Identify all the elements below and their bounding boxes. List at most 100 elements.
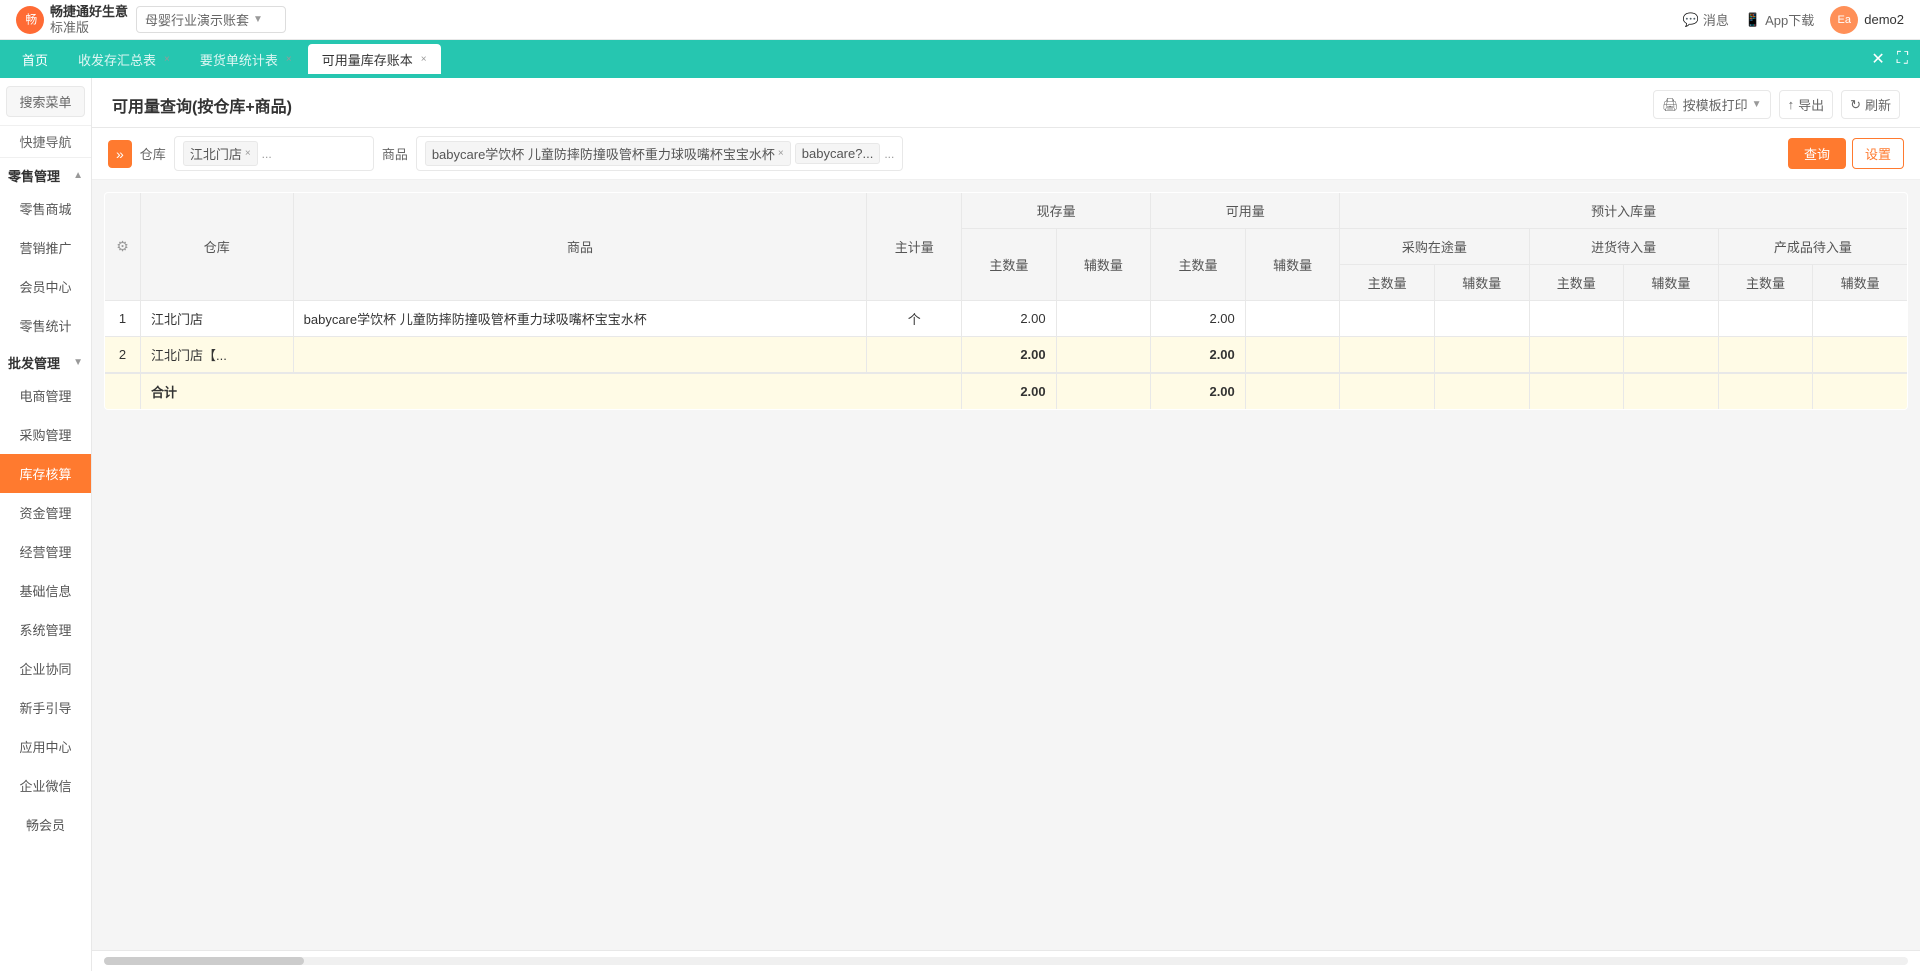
sidebar-item-label: 会员中心 bbox=[19, 277, 71, 296]
sidebar-item-ops[interactable]: 经营管理 bbox=[0, 532, 91, 571]
user-avatar-button[interactable]: Ea demo2 bbox=[1830, 6, 1904, 34]
inventory-table: ⚙ 仓库 商品 主计量 现存量 可用量 预计入库量 主数量 辅数量 主数量 辅数… bbox=[104, 192, 1908, 410]
refresh-button[interactable]: ↻ 刷新 bbox=[1841, 90, 1900, 119]
tab-label: 可用量库存账本 bbox=[322, 50, 413, 69]
product-filter-more-icon[interactable]: ... bbox=[884, 147, 894, 161]
warehouse-filter-input[interactable]: 江北门店 × ... bbox=[174, 136, 374, 171]
sidebar-item-label: 零售管理 bbox=[8, 166, 60, 185]
product-filter-label: 商品 bbox=[382, 144, 408, 163]
print-label: 按模板打印 bbox=[1683, 95, 1748, 114]
logo-text: 畅捷通好生意 标准版 bbox=[50, 4, 128, 35]
scrollbar-thumb[interactable] bbox=[104, 957, 304, 965]
row2-current-main: 2.00 bbox=[962, 337, 1057, 374]
sidebar-group-wholesale[interactable]: 批发管理 ▼ bbox=[0, 345, 91, 376]
filter-actions: 查询 设置 bbox=[1788, 138, 1904, 169]
sidebar-item-label: 经营管理 bbox=[19, 542, 71, 561]
table-settings-icon[interactable]: ⚙ bbox=[116, 238, 129, 254]
total-current-aux bbox=[1056, 373, 1151, 410]
sidebar-item-label: 系统管理 bbox=[19, 620, 71, 639]
col-product-header: 商品 bbox=[293, 193, 867, 301]
main-layout: 搜索菜单 快捷导航 零售管理 ▲ 零售商城 营销推广 会员中心 零售统计 批发管… bbox=[0, 78, 1920, 971]
row1-warehouse: 江北门店 bbox=[141, 301, 294, 337]
tab-close-icon[interactable]: × bbox=[164, 54, 170, 65]
chevron-down-icon: ▼ bbox=[73, 357, 83, 368]
sidebar-item-enterprise[interactable]: 企业协同 bbox=[0, 649, 91, 688]
nav-tabs-right: ✕ ⛶ bbox=[1867, 45, 1912, 73]
total-in-main bbox=[1529, 373, 1624, 410]
row1-prod-main bbox=[1718, 301, 1813, 337]
sidebar-item-label: 企业微信 bbox=[19, 776, 71, 795]
sidebar-item-purchase[interactable]: 采购管理 bbox=[0, 415, 91, 454]
total-pur-aux bbox=[1434, 373, 1529, 410]
col-avail-aux-header: 辅数量 bbox=[1245, 229, 1340, 301]
table-row: 2 江北门店【... 2.00 2.00 bbox=[105, 337, 1908, 374]
tab-home[interactable]: 首页 bbox=[8, 44, 62, 74]
col-inbound-main: 主数量 bbox=[1529, 265, 1624, 301]
row2-prod-main bbox=[1718, 337, 1813, 374]
content-area: 可用量查询(按仓库+商品) 🖨 按模板打印 ▼ ↑ 导出 ↻ 刷新 » bbox=[92, 78, 1920, 971]
filter-bar: » 仓库 江北门店 × ... 商品 babycare学饮杯 儿童防摔防撞吸管杯… bbox=[92, 128, 1920, 180]
row2-warehouse: 江北门店【... bbox=[141, 337, 294, 374]
row1-in-main bbox=[1529, 301, 1624, 337]
dropdown-arrow-icon: ▼ bbox=[253, 14, 263, 25]
sidebar-item-finance[interactable]: 资金管理 bbox=[0, 493, 91, 532]
total-current-main: 2.00 bbox=[962, 373, 1057, 410]
industry-selector[interactable]: 母婴行业演示账套 ▼ bbox=[136, 6, 286, 33]
sidebar-item-retail-stats[interactable]: 零售统计 bbox=[0, 306, 91, 345]
sidebar-item-basic[interactable]: 基础信息 bbox=[0, 571, 91, 610]
horizontal-scrollbar[interactable] bbox=[104, 957, 1908, 965]
filter-toggle-button[interactable]: » bbox=[108, 140, 132, 168]
export-label: 导出 bbox=[1798, 95, 1824, 114]
sidebar-item-vip[interactable]: 畅会员 bbox=[0, 805, 91, 844]
row1-pur-aux bbox=[1434, 301, 1529, 337]
product-filter-input[interactable]: babycare学饮杯 儿童防摔防撞吸管杯重力球吸嘴杯宝宝水杯 × babyca… bbox=[416, 136, 904, 171]
sidebar-group-retail[interactable]: 零售管理 ▲ bbox=[0, 158, 91, 189]
close-all-icon[interactable]: ✕ bbox=[1867, 45, 1888, 73]
sidebar-item-system[interactable]: 系统管理 bbox=[0, 610, 91, 649]
tab-shoufacun[interactable]: 收发存汇总表 × bbox=[64, 44, 184, 74]
tab-label: 要货单统计表 bbox=[200, 50, 278, 69]
sidebar-item-label: 批发管理 bbox=[8, 353, 60, 372]
sidebar-item-marketing[interactable]: 营销推广 bbox=[0, 228, 91, 267]
sidebar-item-label: 新手引导 bbox=[19, 698, 71, 717]
message-label: 消息 bbox=[1703, 10, 1729, 29]
sidebar-item-ecommerce[interactable]: 电商管理 bbox=[0, 376, 91, 415]
refresh-icon: ↻ bbox=[1850, 97, 1861, 113]
export-button[interactable]: ↑ 导出 bbox=[1779, 90, 1834, 119]
print-button[interactable]: 🖨 按模板打印 ▼ bbox=[1653, 90, 1770, 119]
sidebar-item-inventory[interactable]: 库存核算 bbox=[0, 454, 91, 493]
product-tag-2: babycare?... bbox=[795, 143, 881, 164]
sidebar-item-quick-nav[interactable]: 快捷导航 bbox=[0, 126, 91, 158]
settings-button[interactable]: 设置 bbox=[1852, 138, 1904, 169]
sidebar-item-newbie[interactable]: 新手引导 bbox=[0, 688, 91, 727]
product-tag-1: babycare学饮杯 儿童防摔防撞吸管杯重力球吸嘴杯宝宝水杯 × bbox=[425, 141, 791, 166]
tab-kuyongliang[interactable]: 可用量库存账本 × bbox=[308, 44, 441, 74]
search-menu-button[interactable]: 搜索菜单 bbox=[6, 86, 85, 117]
tab-yaohuo[interactable]: 要货单统计表 × bbox=[186, 44, 306, 74]
col-current-stock-header: 现存量 bbox=[962, 193, 1151, 229]
message-button[interactable]: 💬 消息 bbox=[1683, 10, 1729, 29]
sidebar-item-member[interactable]: 会员中心 bbox=[0, 267, 91, 306]
tab-close-icon[interactable]: × bbox=[421, 54, 427, 65]
app-download-button[interactable]: 📱 App下载 bbox=[1745, 10, 1814, 29]
filter-more-icon[interactable]: ... bbox=[262, 147, 272, 161]
sidebar-item-wechat[interactable]: 企业微信 bbox=[0, 766, 91, 805]
fullscreen-icon[interactable]: ⛶ bbox=[1893, 46, 1912, 72]
query-button[interactable]: 查询 bbox=[1788, 138, 1846, 169]
total-in-aux bbox=[1624, 373, 1719, 410]
sidebar-item-retail-mall[interactable]: 零售商城 bbox=[0, 189, 91, 228]
col-avail-main-header: 主数量 bbox=[1151, 229, 1246, 301]
username: demo2 bbox=[1864, 12, 1904, 27]
warehouse-tag-remove-icon[interactable]: × bbox=[245, 148, 251, 159]
row1-avail-aux bbox=[1245, 301, 1340, 337]
row2-avail-aux bbox=[1245, 337, 1340, 374]
tab-close-icon[interactable]: × bbox=[286, 54, 292, 65]
logo-icon: 畅 bbox=[16, 6, 44, 34]
row2-pur-aux bbox=[1434, 337, 1529, 374]
row1-index: 1 bbox=[105, 301, 141, 337]
row1-uom: 个 bbox=[867, 301, 962, 337]
col-inbound-aux: 辅数量 bbox=[1624, 265, 1719, 301]
sidebar-item-appstore[interactable]: 应用中心 bbox=[0, 727, 91, 766]
product-tag-1-remove-icon[interactable]: × bbox=[778, 148, 784, 159]
search-menu-label: 搜索菜单 bbox=[19, 95, 71, 110]
